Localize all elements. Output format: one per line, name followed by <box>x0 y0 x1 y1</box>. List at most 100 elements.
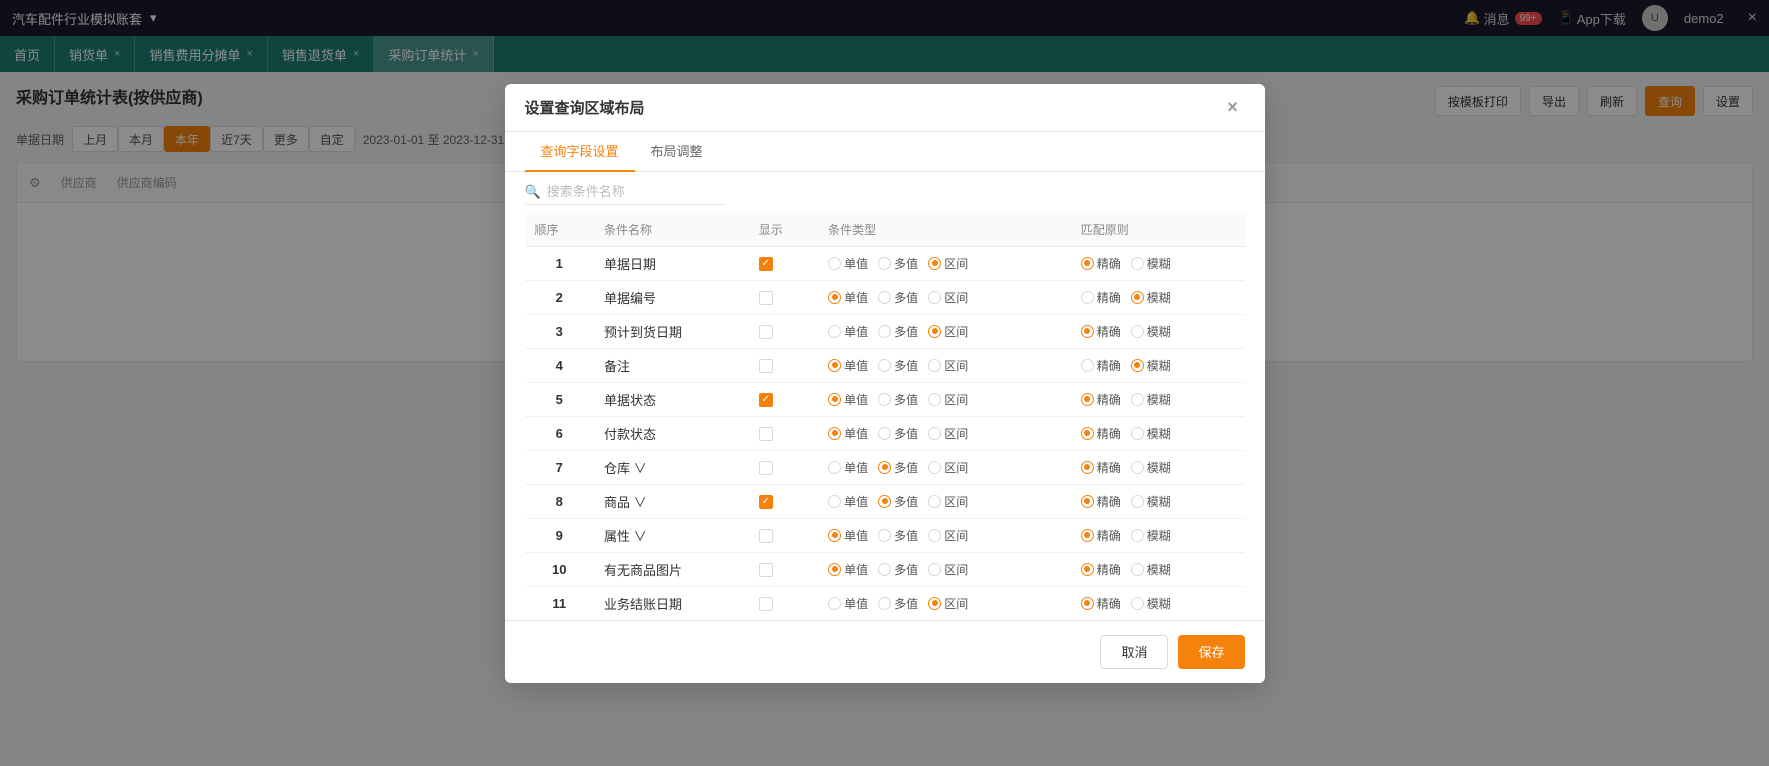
cancel-button[interactable]: 取消 <box>1100 635 1168 669</box>
type-option-单值-1[interactable]: 单值 <box>828 289 868 306</box>
match-option-精确-8[interactable]: 精确 <box>1081 527 1121 544</box>
table-row: 1单据日期单值多值区间精确模糊 <box>525 246 1245 280</box>
type-option-区间-10[interactable]: 区间 <box>928 595 968 612</box>
row-checkbox-9[interactable] <box>759 563 773 577</box>
row-name-6: 仓库 ∨ <box>594 450 749 484</box>
radio-dot-match-模糊-4 <box>1131 393 1144 406</box>
row-checkbox-4[interactable] <box>759 393 773 407</box>
dialog-tab-layout-adjust[interactable]: 布局调整 <box>635 132 719 172</box>
radio-dot-match-精确-10 <box>1081 597 1094 610</box>
save-button[interactable]: 保存 <box>1178 635 1244 669</box>
row-checkbox-1[interactable] <box>759 291 773 305</box>
type-option-区间-5[interactable]: 区间 <box>928 425 968 442</box>
match-option-模糊-4[interactable]: 模糊 <box>1131 391 1171 408</box>
type-option-区间-0[interactable]: 区间 <box>928 255 968 272</box>
radio-dot-type-区间-9 <box>928 563 941 576</box>
match-option-精确-2[interactable]: 精确 <box>1081 323 1121 340</box>
row-checkbox-7[interactable] <box>759 495 773 509</box>
type-option-单值-3[interactable]: 单值 <box>828 357 868 374</box>
radio-dot-type-区间-5 <box>928 427 941 440</box>
match-option-精确-3[interactable]: 精确 <box>1081 357 1121 374</box>
radio-dot-type-区间-7 <box>928 495 941 508</box>
match-option-精确-4[interactable]: 精确 <box>1081 391 1121 408</box>
search-input[interactable] <box>547 184 725 199</box>
type-option-区间-7[interactable]: 区间 <box>928 493 968 510</box>
type-option-区间-6[interactable]: 区间 <box>928 459 968 476</box>
match-option-精确-9[interactable]: 精确 <box>1081 561 1121 578</box>
type-option-单值-10[interactable]: 单值 <box>828 595 868 612</box>
type-option-多值-0[interactable]: 多值 <box>878 255 918 272</box>
match-option-模糊-2[interactable]: 模糊 <box>1131 323 1171 340</box>
type-option-单值-9[interactable]: 单值 <box>828 561 868 578</box>
type-option-多值-10[interactable]: 多值 <box>878 595 918 612</box>
type-option-区间-4[interactable]: 区间 <box>928 391 968 408</box>
match-option-精确-1[interactable]: 精确 <box>1081 289 1121 306</box>
radio-dot-type-多值-3 <box>878 359 891 372</box>
col-header-顺序: 顺序 <box>525 213 594 247</box>
radio-dot-match-精确-9 <box>1081 563 1094 576</box>
match-option-精确-10[interactable]: 精确 <box>1081 595 1121 612</box>
type-option-多值-3[interactable]: 多值 <box>878 357 918 374</box>
match-option-模糊-8[interactable]: 模糊 <box>1131 527 1171 544</box>
match-option-模糊-5[interactable]: 模糊 <box>1131 425 1171 442</box>
radio-dot-type-区间-4 <box>928 393 941 406</box>
row-checkbox-10[interactable] <box>759 597 773 611</box>
match-option-模糊-3[interactable]: 模糊 <box>1131 357 1171 374</box>
row-checkbox-2[interactable] <box>759 325 773 339</box>
col-header-条件名称: 条件名称 <box>594 213 749 247</box>
conditions-table: 顺序条件名称显示条件类型匹配原则 1单据日期单值多值区间精确模糊2单据编号单值多… <box>525 213 1245 620</box>
match-option-精确-6[interactable]: 精确 <box>1081 459 1121 476</box>
type-option-多值-8[interactable]: 多值 <box>878 527 918 544</box>
match-option-精确-5[interactable]: 精确 <box>1081 425 1121 442</box>
dialog-body: 顺序条件名称显示条件类型匹配原则 1单据日期单值多值区间精确模糊2单据编号单值多… <box>505 213 1265 620</box>
type-option-单值-7[interactable]: 单值 <box>828 493 868 510</box>
match-option-模糊-0[interactable]: 模糊 <box>1131 255 1171 272</box>
type-option-区间-8[interactable]: 区间 <box>928 527 968 544</box>
table-row: 6付款状态单值多值区间精确模糊 <box>525 416 1245 450</box>
radio-dot-type-区间-3 <box>928 359 941 372</box>
radio-dot-match-精确-5 <box>1081 427 1094 440</box>
type-option-多值-5[interactable]: 多值 <box>878 425 918 442</box>
type-option-单值-8[interactable]: 单值 <box>828 527 868 544</box>
match-option-精确-0[interactable]: 精确 <box>1081 255 1121 272</box>
type-option-单值-6[interactable]: 单值 <box>828 459 868 476</box>
type-option-单值-0[interactable]: 单值 <box>828 255 868 272</box>
type-option-多值-9[interactable]: 多值 <box>878 561 918 578</box>
type-option-单值-5[interactable]: 单值 <box>828 425 868 442</box>
row-name-4: 单据状态 <box>594 382 749 416</box>
row-name-7: 商品 ∨ <box>594 484 749 518</box>
match-option-模糊-7[interactable]: 模糊 <box>1131 493 1171 510</box>
dialog-search: 🔍 <box>505 172 1265 213</box>
type-option-多值-2[interactable]: 多值 <box>878 323 918 340</box>
match-option-精确-7[interactable]: 精确 <box>1081 493 1121 510</box>
radio-dot-type-单值-6 <box>828 461 841 474</box>
table-row: 7仓库 ∨单值多值区间精确模糊 <box>525 450 1245 484</box>
row-checkbox-6[interactable] <box>759 461 773 475</box>
radio-dot-type-多值-10 <box>878 597 891 610</box>
type-option-多值-1[interactable]: 多值 <box>878 289 918 306</box>
type-option-单值-2[interactable]: 单值 <box>828 323 868 340</box>
radio-dot-type-单值-7 <box>828 495 841 508</box>
type-option-区间-1[interactable]: 区间 <box>928 289 968 306</box>
type-option-多值-7[interactable]: 多值 <box>878 493 918 510</box>
match-option-模糊-9[interactable]: 模糊 <box>1131 561 1171 578</box>
type-option-单值-4[interactable]: 单值 <box>828 391 868 408</box>
type-option-多值-4[interactable]: 多值 <box>878 391 918 408</box>
row-checkbox-3[interactable] <box>759 359 773 373</box>
type-option-区间-2[interactable]: 区间 <box>928 323 968 340</box>
match-option-模糊-10[interactable]: 模糊 <box>1131 595 1171 612</box>
type-option-区间-9[interactable]: 区间 <box>928 561 968 578</box>
match-option-模糊-6[interactable]: 模糊 <box>1131 459 1171 476</box>
row-checkbox-5[interactable] <box>759 427 773 441</box>
dialog-tab-query-fields[interactable]: 查询字段设置 <box>525 132 635 172</box>
radio-dot-type-区间-10 <box>928 597 941 610</box>
row-order-1: 2 <box>525 280 594 314</box>
row-checkbox-8[interactable] <box>759 529 773 543</box>
row-checkbox-0[interactable] <box>759 257 773 271</box>
dialog-close-btn[interactable]: × <box>1221 95 1245 119</box>
type-option-多值-6[interactable]: 多值 <box>878 459 918 476</box>
match-option-模糊-1[interactable]: 模糊 <box>1131 289 1171 306</box>
type-option-区间-3[interactable]: 区间 <box>928 357 968 374</box>
radio-dot-type-区间-8 <box>928 529 941 542</box>
radio-dot-match-精确-7 <box>1081 495 1094 508</box>
